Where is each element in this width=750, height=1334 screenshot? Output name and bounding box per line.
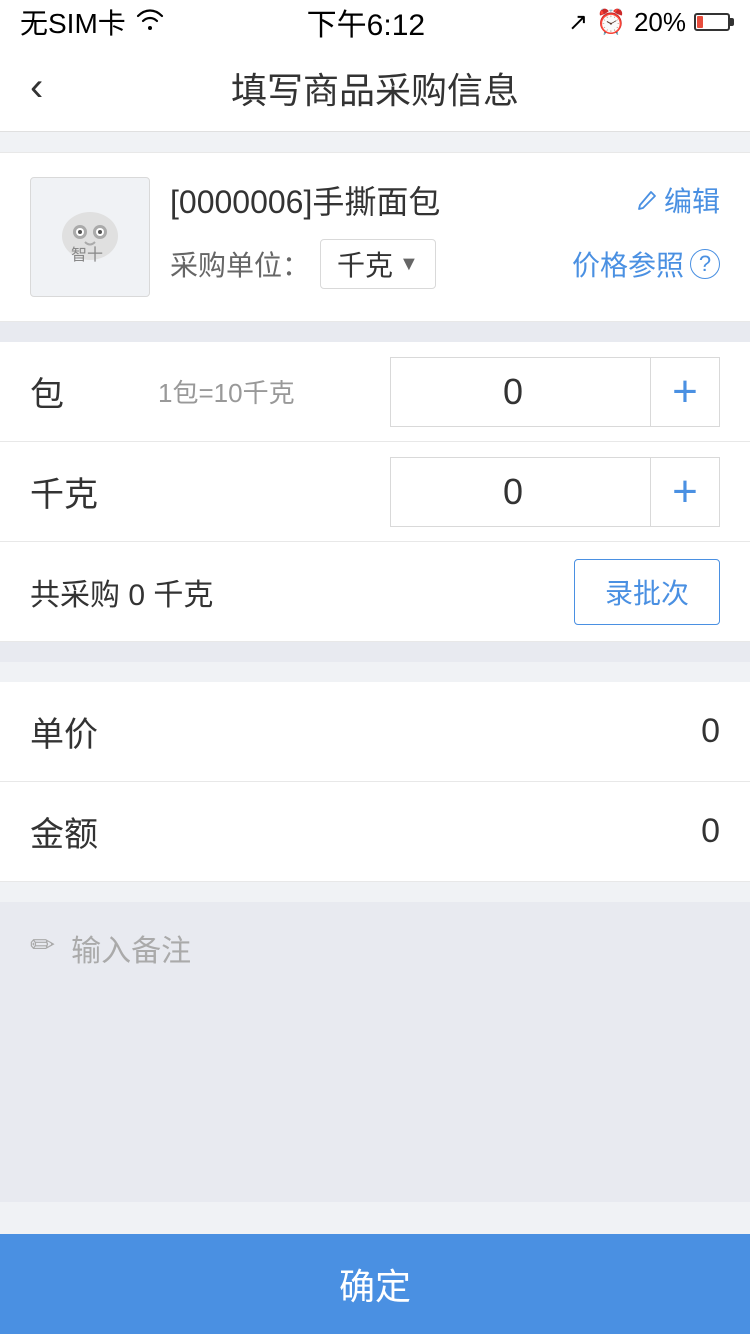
kg-quantity-input[interactable] — [390, 457, 650, 527]
kg-plus-button[interactable]: + — [650, 457, 720, 527]
confirm-button[interactable]: 确定 — [0, 1234, 750, 1334]
wifi-icon — [136, 6, 164, 38]
bao-quantity-input[interactable] — [390, 357, 650, 427]
alarm-icon: ⏰ — [596, 8, 626, 37]
kg-input-row: 千克 + — [0, 442, 750, 542]
section-divider-2 — [0, 642, 750, 662]
unit-label: 采购单位： — [170, 244, 310, 284]
bao-input-row: 包 1包=10千克 + — [0, 342, 750, 442]
help-icon: ? — [690, 249, 720, 279]
status-time: 下午6:12 — [307, 0, 425, 44]
product-image: 智十 — [30, 177, 150, 297]
product-info: [0000006]手撕面包 编辑 采购单位： 千克 ▼ 价格参照 ? — [170, 177, 720, 289]
back-button[interactable]: ‹ — [30, 65, 43, 110]
total-purchase-label: 共采购 0 千克 — [30, 570, 213, 614]
bao-label: 包 — [30, 367, 150, 416]
amount-label: 金额 — [30, 807, 98, 856]
dropdown-arrow-icon: ▼ — [399, 253, 419, 276]
edit-label: 编辑 — [664, 180, 720, 220]
amount-row: 金额 0 — [0, 782, 750, 882]
carrier-label: 无SIM卡 — [20, 2, 126, 42]
svg-text:智十: 智十 — [71, 246, 103, 264]
unit-price-value: 0 — [701, 712, 720, 751]
summary-row: 共采购 0 千克 录批次 — [0, 542, 750, 642]
remark-section[interactable]: ✏ 输入备注 — [0, 902, 750, 1202]
product-name: [0000006]手撕面包 — [170, 177, 440, 223]
section-divider-1 — [0, 322, 750, 342]
unit-price-row: 单价 0 — [0, 682, 750, 782]
status-right: ↗ ⏰ 20% — [568, 7, 730, 38]
bao-input-right: + — [390, 357, 720, 427]
pencil-icon: ✏ — [30, 928, 55, 963]
edit-button[interactable]: 编辑 — [636, 180, 720, 220]
unit-selector[interactable]: 千克 ▼ — [320, 239, 436, 289]
kg-input-right: + — [390, 457, 720, 527]
bao-plus-button[interactable]: + — [650, 357, 720, 427]
nav-bar: ‹ 填写商品采购信息 — [0, 44, 750, 132]
price-reference-button[interactable]: 价格参照 ? — [572, 244, 720, 284]
price-info-section: 单价 0 金额 0 — [0, 682, 750, 882]
status-left: 无SIM卡 — [20, 2, 164, 42]
location-icon: ↗ — [568, 8, 588, 37]
unit-value: 千克 — [337, 244, 393, 284]
record-batch-button[interactable]: 录批次 — [574, 559, 720, 625]
product-unit-row: 采购单位： 千克 ▼ 价格参照 ? — [170, 239, 720, 289]
status-bar: 无SIM卡 下午6:12 ↗ ⏰ 20% — [0, 0, 750, 44]
battery-icon — [694, 13, 730, 31]
amount-value: 0 — [701, 812, 720, 851]
price-ref-label: 价格参照 — [572, 244, 684, 284]
product-card: 智十 [0000006]手撕面包 编辑 采购单位： 千克 ▼ 价格参照 — [0, 152, 750, 322]
product-top-row: [0000006]手撕面包 编辑 — [170, 177, 720, 223]
unit-price-label: 单价 — [30, 707, 98, 756]
battery-percent: 20% — [634, 7, 686, 38]
kg-label: 千克 — [30, 467, 150, 516]
quantity-input-section: 包 1包=10千克 + 千克 + 共采购 0 千克 录批次 — [0, 342, 750, 642]
bao-sublabel: 1包=10千克 — [158, 373, 295, 410]
page-title: 填写商品采购信息 — [231, 62, 519, 114]
remark-placeholder: 输入备注 — [71, 926, 191, 970]
